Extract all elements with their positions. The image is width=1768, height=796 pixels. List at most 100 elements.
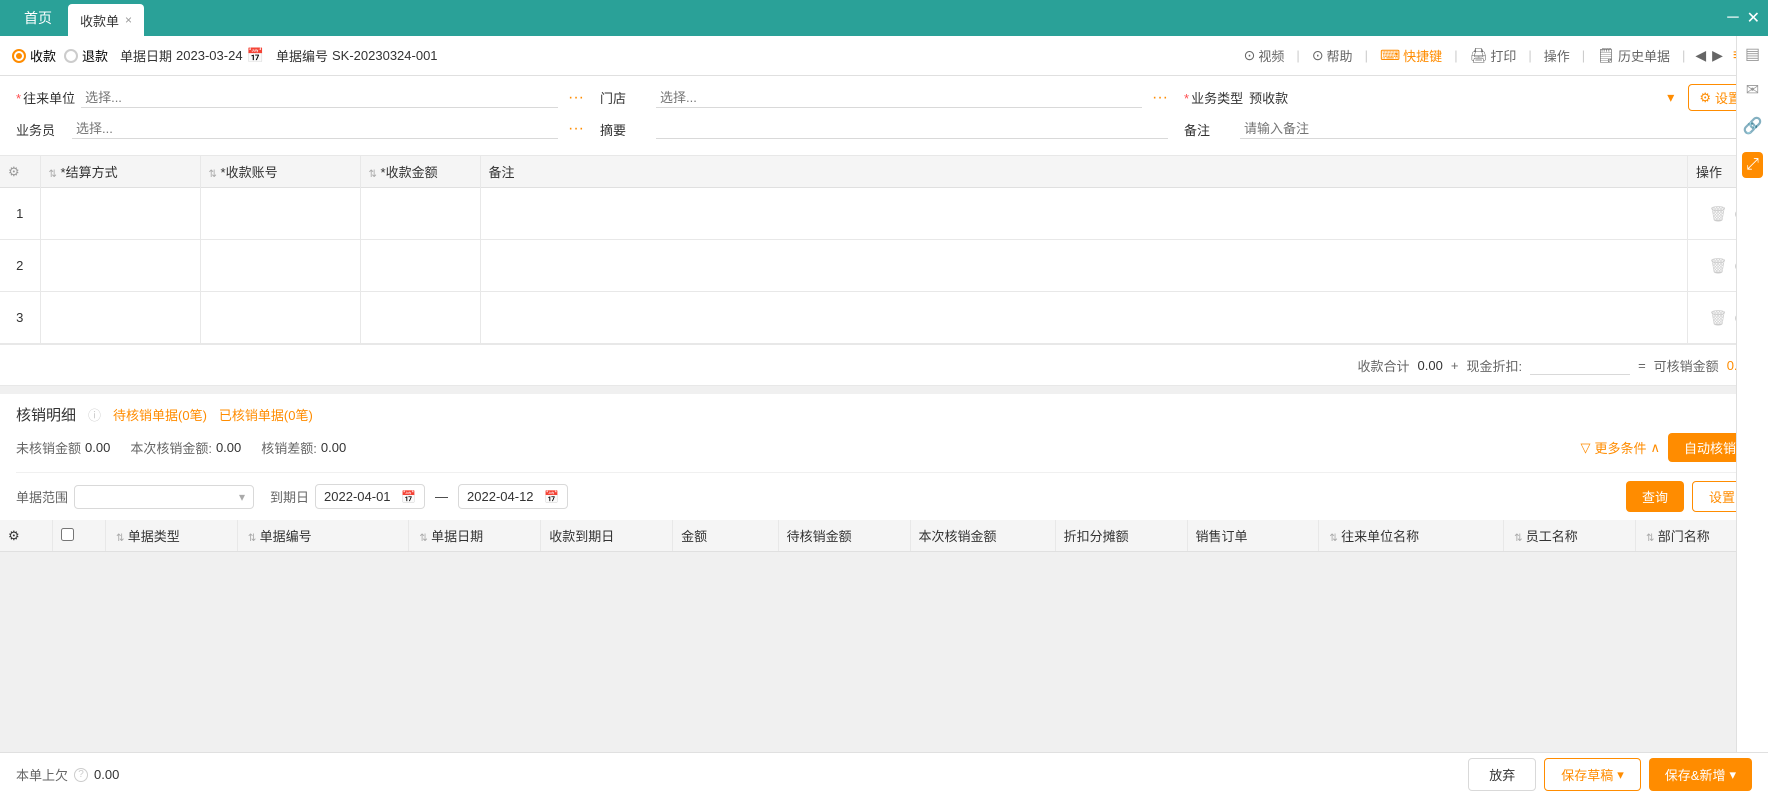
table-row: 3 🗑 ⊕ <box>0 292 1768 344</box>
partner-input[interactable] <box>81 88 558 108</box>
partner-more-icon[interactable]: ··· <box>568 89 584 107</box>
select-all-checkbox[interactable] <box>61 528 74 541</box>
row1-num: 1 <box>0 188 40 240</box>
col-number-label: 单据编号 <box>260 529 312 544</box>
sidebar-expand-icon[interactable]: ⤢ <box>1742 152 1763 178</box>
sidebar-email-icon[interactable]: ✉ <box>1746 80 1759 100</box>
filter-icon: ▽ <box>1580 440 1590 456</box>
save-draft-dropdown-icon[interactable]: ▾ <box>1617 767 1624 783</box>
row1-note[interactable] <box>480 188 1688 240</box>
col-gear: ⚙ <box>0 156 40 188</box>
row1-delete-icon[interactable]: 🗑 <box>1709 205 1728 223</box>
detail-table-section: ⚙ ⇅ 单据类型 ⇅ 单据编号 ⇅ 单据日期 收款到期日 <box>0 520 1768 552</box>
remark-input[interactable] <box>1240 119 1752 139</box>
refund-radio-dot <box>64 49 78 63</box>
staff-input[interactable] <box>72 119 558 139</box>
tab-close-icon[interactable]: × <box>125 13 132 27</box>
store-more-icon[interactable]: ··· <box>1152 89 1168 107</box>
footer-info-icon: ? <box>74 768 88 782</box>
row3-settle[interactable] <box>40 292 200 344</box>
window-close-icon[interactable]: ✕ <box>1747 8 1760 28</box>
this-time-val: 0.00 <box>216 440 241 455</box>
due-date-end[interactable]: 2022-04-12 📅 <box>458 484 568 509</box>
number-field: 单据编号 SK-20230324-001 <box>276 46 438 65</box>
row2-amount[interactable] <box>360 240 480 292</box>
help-label: 帮助 <box>1327 46 1353 65</box>
help-btn[interactable]: ⊙ 帮助 <box>1308 44 1357 67</box>
stat-this-time: 本次核销金额: 0.00 <box>130 438 241 457</box>
biz-type-field: 业务类型 预收款 ▾ ⚙ 设置 <box>1184 84 1752 111</box>
operation-btn[interactable]: 操作 <box>1540 44 1574 67</box>
table-gear-icon[interactable]: ⚙ <box>8 164 20 179</box>
row3-amount[interactable] <box>360 292 480 344</box>
save-draft-btn[interactable]: 保存草稿 ▾ <box>1544 758 1641 791</box>
row2-note[interactable] <box>480 240 1688 292</box>
sort-number-icon: ⇅ <box>248 533 256 544</box>
col-amount-label: 金额 <box>681 529 707 544</box>
tab-active[interactable]: 收款单 × <box>68 4 144 36</box>
summary-input[interactable] <box>656 119 1168 139</box>
right-sidebar: ▤ ✉ 🔗 ⤢ <box>1736 36 1768 752</box>
row3-account[interactable] <box>200 292 360 344</box>
footer-info: 本单上欠 ? 0.00 <box>16 765 119 784</box>
calendar-icon[interactable]: 📅 <box>247 47 264 64</box>
date-field: 单据日期 2023-03-24 📅 <box>120 46 264 65</box>
date-label: 单据日期 <box>120 46 172 65</box>
col-partner-label: 往来单位名称 <box>1341 529 1419 544</box>
diff-label: 核销差额: <box>261 438 317 457</box>
abandon-btn[interactable]: 放弃 <box>1468 758 1536 791</box>
row2-account[interactable] <box>200 240 360 292</box>
video-btn[interactable]: ⊙ 视频 <box>1240 44 1289 67</box>
hexiao-section: 核销明细 ⓘ 待核销单据(0笔) 已核销单据(0笔) 未核销金额 0.00 本次… <box>0 394 1768 520</box>
footer-info-val: 0.00 <box>94 767 119 782</box>
prev-arrow[interactable]: ◀ <box>1693 45 1708 66</box>
discount-input[interactable] <box>1530 355 1630 375</box>
row1-amount[interactable] <box>360 188 480 240</box>
row2-delete-icon[interactable]: 🗑 <box>1709 257 1728 275</box>
col-due-label: 收款到期日 <box>549 529 614 544</box>
history-icon: 🗒 <box>1597 47 1615 64</box>
row2-settle[interactable] <box>40 240 200 292</box>
hexiao-info-icon[interactable]: ⓘ <box>88 405 101 424</box>
history-btn[interactable]: 🗒 历史单据 <box>1593 44 1674 67</box>
save-new-dropdown-icon[interactable]: ▾ <box>1729 767 1736 783</box>
sidebar-clip-icon[interactable]: 🔗 <box>1743 116 1763 136</box>
col-account-header: ⇅ *收款账号 <box>200 156 360 188</box>
refund-radio[interactable]: 退款 <box>64 46 108 65</box>
hexiao-tab1[interactable]: 待核销单据(0笔) <box>113 405 207 424</box>
remark-label: 备注 <box>1184 120 1234 139</box>
col-discount-label: 折扣分摊额 <box>1064 529 1129 544</box>
hexiao-tab2[interactable]: 已核销单据(0笔) <box>219 405 313 424</box>
toolbar-actions: ⊙ 视频 | ⊙ 帮助 | ⌨ 快捷键 | 🖨 打印 | 操作 | 🗒 历史单据… <box>1240 44 1756 67</box>
more-conditions-btn[interactable]: ▽ 更多条件 ∧ <box>1580 438 1660 457</box>
unwritten-label: 未核销金额 <box>16 438 81 457</box>
partner-field: 往来单位 ··· <box>16 88 584 108</box>
row1-settle[interactable] <box>40 188 200 240</box>
print-btn[interactable]: 🖨 打印 <box>1466 44 1521 67</box>
receipt-radio[interactable]: 收款 <box>12 46 56 65</box>
save-new-btn[interactable]: 保存&新增 ▾ <box>1649 758 1752 791</box>
store-input[interactable] <box>656 88 1142 108</box>
gear-icon: ⚙ <box>1699 90 1711 106</box>
staff-more-icon[interactable]: ··· <box>568 120 584 138</box>
stat-unwritten: 未核销金额 0.00 <box>16 438 110 457</box>
col-account-label: *收款账号 <box>221 165 278 180</box>
range-field: 单据范围 ▾ <box>16 485 254 509</box>
col-note-header: 备注 <box>480 156 1688 188</box>
total-val: 0.00 <box>1418 358 1443 373</box>
due-date-start[interactable]: 2022-04-01 📅 <box>315 484 425 509</box>
row3-delete-icon[interactable]: 🗑 <box>1709 309 1728 327</box>
row3-note[interactable] <box>480 292 1688 344</box>
sidebar-table-icon[interactable]: ▤ <box>1745 44 1760 64</box>
detail-gear-icon[interactable]: ⚙ <box>8 528 20 543</box>
tab-home[interactable]: 首页 <box>8 0 68 36</box>
biz-type-dropdown-icon[interactable]: ▾ <box>1667 89 1674 106</box>
range-select[interactable]: ▾ <box>74 485 254 509</box>
detail-col-type: ⇅ 单据类型 <box>106 520 238 552</box>
row1-account[interactable] <box>200 188 360 240</box>
window-minimize-icon[interactable]: ─ <box>1727 9 1738 27</box>
shortcut-btn[interactable]: ⌨ 快捷键 <box>1376 44 1446 67</box>
store-field: 门店 ··· <box>600 88 1168 108</box>
query-btn[interactable]: 查询 <box>1626 481 1684 512</box>
next-arrow[interactable]: ▶ <box>1710 45 1725 66</box>
